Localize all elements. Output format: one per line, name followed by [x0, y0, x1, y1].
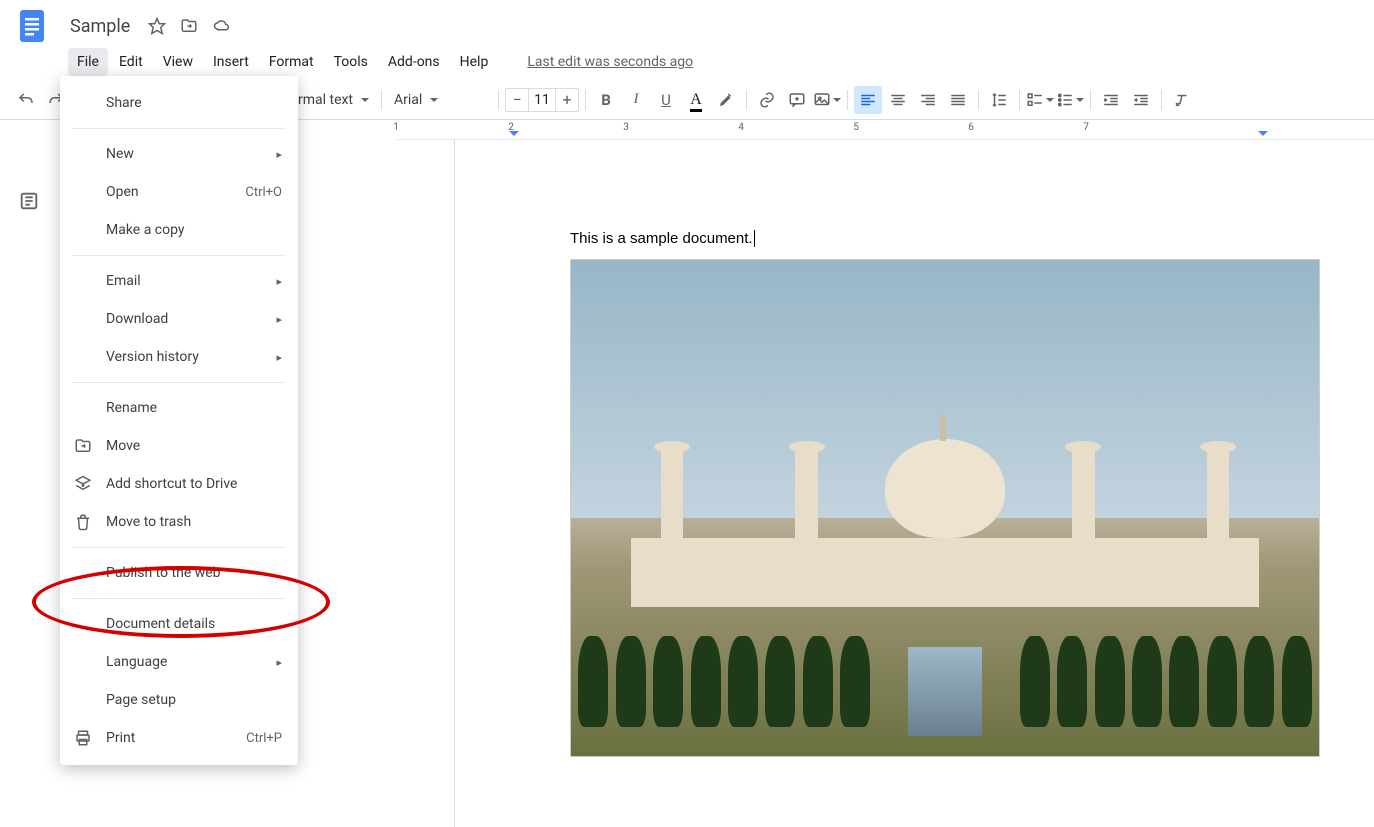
- insert-link-button[interactable]: [753, 86, 781, 114]
- decrease-indent-button[interactable]: [1097, 86, 1125, 114]
- file-menu-language[interactable]: Language: [60, 643, 298, 681]
- separator: [1019, 90, 1020, 110]
- file-menu-new[interactable]: New: [60, 135, 298, 173]
- submenu-arrow-icon: [276, 654, 282, 670]
- file-menu-page-setup[interactable]: Page setup: [60, 681, 298, 719]
- shortcut-label: Ctrl+P: [246, 731, 282, 746]
- file-menu-dropdown: Share New OpenCtrl+O Make a copy Email D…: [60, 76, 298, 765]
- line-spacing-button[interactable]: [985, 86, 1013, 114]
- menu-separator: [72, 547, 286, 548]
- menu-edit[interactable]: Edit: [110, 48, 152, 76]
- document-image[interactable]: [570, 259, 1320, 757]
- document-title[interactable]: Sample: [64, 14, 136, 39]
- shortcut-label: Ctrl+O: [245, 185, 282, 200]
- file-menu-version-history[interactable]: Version history: [60, 338, 298, 376]
- insert-image-button[interactable]: [813, 86, 841, 114]
- star-icon[interactable]: [148, 17, 166, 35]
- italic-button[interactable]: I: [622, 86, 650, 114]
- font-size-value[interactable]: 11: [528, 89, 556, 111]
- menu-separator: [72, 382, 286, 383]
- text-color-button[interactable]: A: [682, 86, 710, 114]
- ruler-tick-label: 4: [738, 122, 744, 133]
- font-select-label: Arial: [394, 92, 422, 108]
- menu-addons[interactable]: Add-ons: [379, 48, 449, 76]
- submenu-arrow-icon: [276, 273, 282, 289]
- move-to-folder-icon[interactable]: [180, 17, 198, 35]
- ruler-tick-label: 5: [853, 122, 859, 133]
- separator: [585, 90, 586, 110]
- align-justify-button[interactable]: [944, 86, 972, 114]
- file-menu-publish-to-web[interactable]: Publish to the web: [60, 554, 298, 592]
- menu-view[interactable]: View: [154, 48, 202, 76]
- file-menu-rename[interactable]: Rename: [60, 389, 298, 427]
- menu-separator: [72, 255, 286, 256]
- submenu-arrow-icon: [276, 146, 282, 162]
- file-menu-make-a-copy[interactable]: Make a copy: [60, 211, 298, 249]
- chevron-down-icon: [361, 98, 369, 106]
- highlight-color-button[interactable]: [712, 86, 740, 114]
- last-edit-link[interactable]: Last edit was seconds ago: [527, 54, 693, 70]
- document-body-text[interactable]: This is a sample document.: [570, 230, 753, 247]
- menu-tools[interactable]: Tools: [325, 48, 377, 76]
- file-menu-download[interactable]: Download: [60, 300, 298, 338]
- menu-separator: [72, 128, 286, 129]
- ruler-tick-label: 3: [623, 122, 629, 133]
- document-outline-icon[interactable]: [18, 190, 40, 827]
- separator: [1161, 90, 1162, 110]
- font-size-stepper: − 11 +: [505, 88, 579, 112]
- menu-format[interactable]: Format: [260, 48, 323, 76]
- print-icon: [74, 729, 92, 747]
- file-menu-print[interactable]: PrintCtrl+P: [60, 719, 298, 757]
- checklist-button[interactable]: [1026, 86, 1054, 114]
- insert-comment-button[interactable]: [783, 86, 811, 114]
- file-menu-add-shortcut[interactable]: Add shortcut to Drive: [60, 465, 298, 503]
- align-center-button[interactable]: [884, 86, 912, 114]
- ruler-tick-label: 6: [968, 122, 974, 133]
- shortcut-icon: [74, 475, 92, 493]
- ruler-tick-label: 7: [1083, 122, 1089, 133]
- file-menu-move[interactable]: Move: [60, 427, 298, 465]
- title-icon-row: [148, 17, 232, 35]
- separator: [1090, 90, 1091, 110]
- file-menu-email[interactable]: Email: [60, 262, 298, 300]
- underline-button[interactable]: U: [652, 86, 680, 114]
- file-menu-share[interactable]: Share: [60, 84, 298, 122]
- chevron-down-icon: [430, 98, 438, 106]
- font-size-increase[interactable]: +: [556, 89, 578, 111]
- font-size-decrease[interactable]: −: [506, 89, 528, 111]
- file-menu-open[interactable]: OpenCtrl+O: [60, 173, 298, 211]
- separator: [381, 90, 382, 110]
- menu-file[interactable]: File: [68, 48, 108, 76]
- submenu-arrow-icon: [276, 349, 282, 365]
- font-family-select[interactable]: Arial: [388, 87, 492, 113]
- menu-separator: [72, 598, 286, 599]
- move-icon: [74, 437, 92, 455]
- menu-help[interactable]: Help: [451, 48, 498, 76]
- app-header: Sample: [0, 0, 1374, 44]
- docs-logo[interactable]: [12, 6, 52, 46]
- file-menu-move-to-trash[interactable]: Move to trash: [60, 503, 298, 541]
- menu-insert[interactable]: Insert: [204, 48, 258, 76]
- menu-bar: File Edit View Insert Format Tools Add-o…: [0, 44, 1374, 80]
- horizontal-ruler[interactable]: 1 2 3 4 5 6 7: [396, 120, 1374, 140]
- left-gutter: [0, 140, 58, 827]
- increase-indent-button[interactable]: [1127, 86, 1155, 114]
- bulleted-list-button[interactable]: [1056, 86, 1084, 114]
- align-left-button[interactable]: [854, 86, 882, 114]
- separator: [746, 90, 747, 110]
- cloud-status-icon[interactable]: [212, 17, 232, 35]
- ruler-tick-label: 1: [393, 122, 399, 133]
- undo-button[interactable]: [12, 86, 40, 114]
- align-right-button[interactable]: [914, 86, 942, 114]
- clear-formatting-button[interactable]: [1168, 86, 1196, 114]
- submenu-arrow-icon: [276, 311, 282, 327]
- file-menu-document-details[interactable]: Document details: [60, 605, 298, 643]
- trash-icon: [74, 513, 92, 531]
- separator: [847, 90, 848, 110]
- document-page[interactable]: This is a sample document.: [454, 140, 1374, 827]
- bold-button[interactable]: B: [592, 86, 620, 114]
- separator: [498, 90, 499, 110]
- separator: [978, 90, 979, 110]
- text-cursor: [754, 230, 755, 247]
